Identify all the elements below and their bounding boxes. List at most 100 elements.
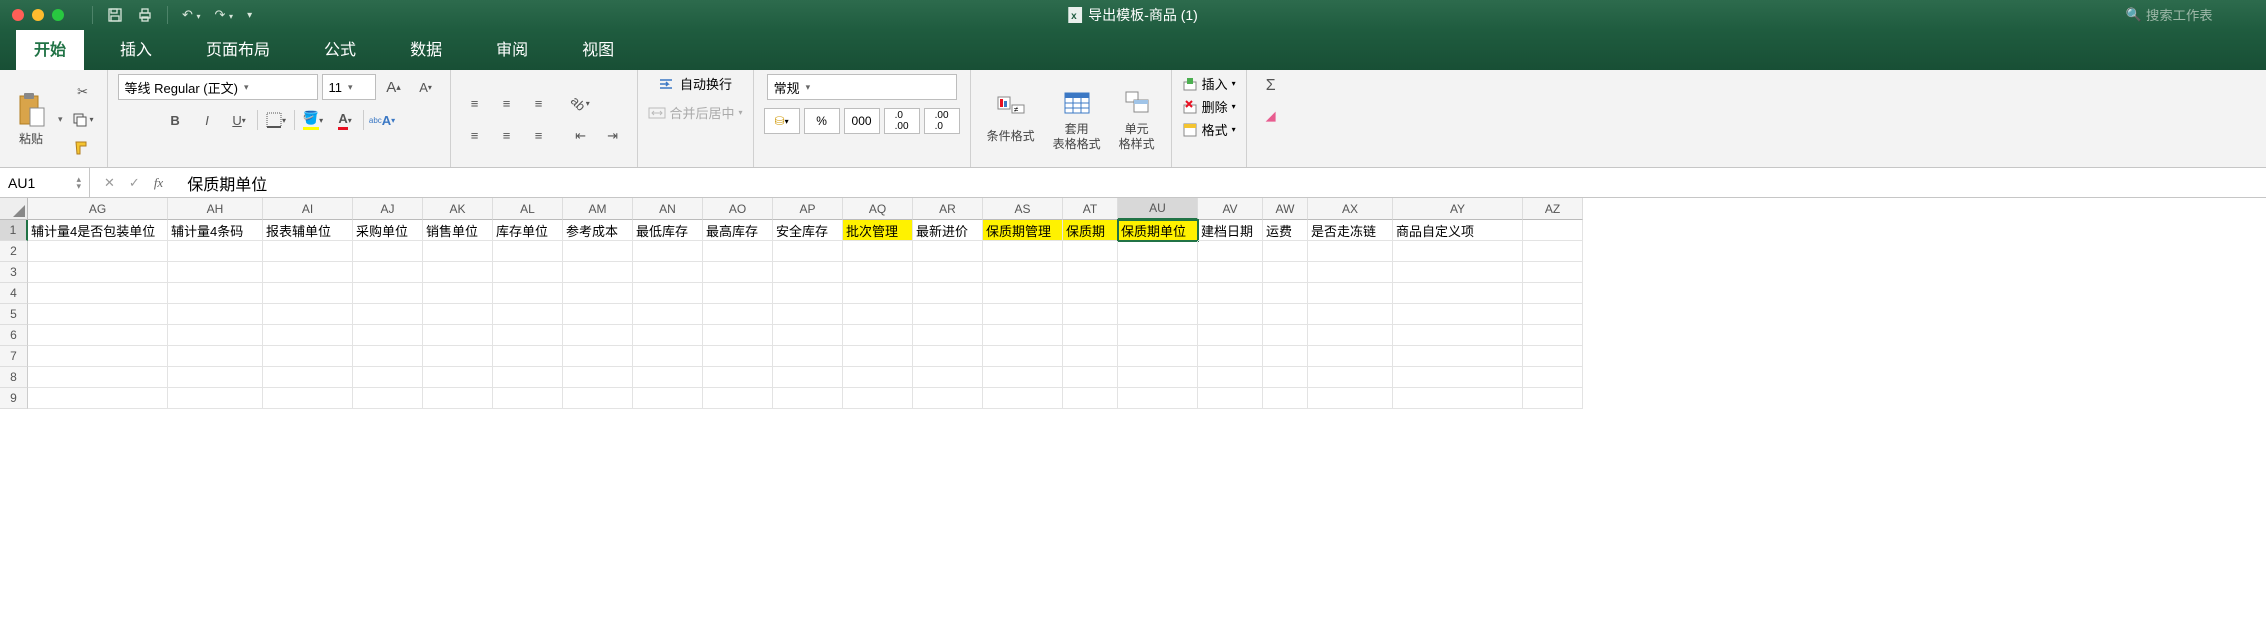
- cell[interactable]: [913, 283, 983, 304]
- cell[interactable]: [633, 304, 703, 325]
- cell[interactable]: [423, 388, 493, 409]
- cell[interactable]: [353, 346, 423, 367]
- formula-input[interactable]: [177, 168, 2266, 197]
- cell[interactable]: [703, 346, 773, 367]
- accept-formula-button[interactable]: ✓: [129, 175, 140, 191]
- cell[interactable]: [983, 325, 1063, 346]
- cell[interactable]: [1263, 367, 1308, 388]
- phonetic-button[interactable]: abcA▾: [368, 108, 396, 132]
- row-header[interactable]: 3: [0, 262, 28, 283]
- cell[interactable]: 建档日期: [1198, 220, 1263, 241]
- cell[interactable]: [843, 325, 913, 346]
- number-format-select[interactable]: 常规▾: [767, 74, 957, 100]
- cell[interactable]: [1198, 283, 1263, 304]
- cell[interactable]: [843, 367, 913, 388]
- cell[interactable]: [353, 241, 423, 262]
- cell[interactable]: [493, 283, 563, 304]
- cell[interactable]: [168, 367, 263, 388]
- cell[interactable]: 采购单位: [353, 220, 423, 241]
- increase-indent-button[interactable]: ⇥: [599, 124, 627, 148]
- cell[interactable]: 报表辅单位: [263, 220, 353, 241]
- border-button[interactable]: ▾: [262, 108, 290, 132]
- cell[interactable]: [1263, 262, 1308, 283]
- italic-button[interactable]: I: [193, 108, 221, 132]
- cell[interactable]: 保质期管理: [983, 220, 1063, 241]
- cell[interactable]: [1393, 346, 1523, 367]
- cell[interactable]: [983, 241, 1063, 262]
- row-header[interactable]: 2: [0, 241, 28, 262]
- cell[interactable]: [1308, 367, 1393, 388]
- cell[interactable]: [1263, 283, 1308, 304]
- cell[interactable]: [773, 241, 843, 262]
- cell[interactable]: [168, 325, 263, 346]
- column-header[interactable]: AK: [423, 198, 493, 220]
- cell[interactable]: [353, 388, 423, 409]
- cell[interactable]: [1308, 388, 1393, 409]
- align-center-button[interactable]: ≡: [493, 124, 521, 148]
- cell[interactable]: 辅计量4条码: [168, 220, 263, 241]
- cell[interactable]: [1063, 262, 1118, 283]
- merge-center-button[interactable]: 合并后居中 ▾: [648, 103, 743, 122]
- cell[interactable]: [423, 241, 493, 262]
- cell[interactable]: [1063, 346, 1118, 367]
- column-header[interactable]: AU: [1118, 198, 1198, 220]
- cell[interactable]: 保质期单位: [1118, 220, 1198, 241]
- format-as-table-button[interactable]: 套用 表格格式: [1047, 86, 1107, 153]
- currency-button[interactable]: ⛁▾: [764, 108, 800, 134]
- close-window-button[interactable]: [12, 9, 24, 21]
- cell[interactable]: [1118, 367, 1198, 388]
- cell[interactable]: 是否走冻链: [1308, 220, 1393, 241]
- cell[interactable]: [773, 325, 843, 346]
- cell[interactable]: [493, 262, 563, 283]
- cell[interactable]: [1393, 367, 1523, 388]
- qat-customize-icon[interactable]: ▾: [247, 10, 252, 21]
- row-header[interactable]: 7: [0, 346, 28, 367]
- cell[interactable]: [1118, 283, 1198, 304]
- cell[interactable]: [563, 262, 633, 283]
- row-header[interactable]: 9: [0, 388, 28, 409]
- column-header[interactable]: AR: [913, 198, 983, 220]
- cell[interactable]: [703, 367, 773, 388]
- increase-decimal-button[interactable]: .0.00: [884, 108, 920, 134]
- cell[interactable]: [563, 388, 633, 409]
- tab-开始[interactable]: 开始: [16, 28, 84, 70]
- column-header[interactable]: AG: [28, 198, 168, 220]
- row-header[interactable]: 5: [0, 304, 28, 325]
- cell[interactable]: [1393, 241, 1523, 262]
- cell[interactable]: [263, 241, 353, 262]
- minimize-window-button[interactable]: [32, 9, 44, 21]
- percent-button[interactable]: %: [804, 108, 840, 134]
- cell[interactable]: [493, 241, 563, 262]
- cell[interactable]: [353, 283, 423, 304]
- cancel-formula-button[interactable]: ✕: [104, 175, 115, 191]
- copy-button[interactable]: ▾: [69, 108, 97, 132]
- font-color-button[interactable]: A▾: [331, 108, 359, 132]
- row-header[interactable]: 4: [0, 283, 28, 304]
- cell[interactable]: [913, 325, 983, 346]
- cell[interactable]: [633, 262, 703, 283]
- cell[interactable]: [263, 262, 353, 283]
- cell[interactable]: [773, 304, 843, 325]
- cell[interactable]: [843, 304, 913, 325]
- cell[interactable]: 最低库存: [633, 220, 703, 241]
- cell[interactable]: [168, 241, 263, 262]
- cell[interactable]: [1523, 220, 1583, 241]
- cell[interactable]: [28, 283, 168, 304]
- column-header[interactable]: AO: [703, 198, 773, 220]
- conditional-format-button[interactable]: ≠ 条件格式: [981, 93, 1041, 145]
- align-top-button[interactable]: ≡: [461, 92, 489, 116]
- row-header[interactable]: 6: [0, 325, 28, 346]
- cell[interactable]: 最新进价: [913, 220, 983, 241]
- cell[interactable]: [263, 346, 353, 367]
- cell[interactable]: 销售单位: [423, 220, 493, 241]
- column-header[interactable]: AV: [1198, 198, 1263, 220]
- tab-审阅[interactable]: 审阅: [478, 28, 546, 70]
- cell[interactable]: [703, 262, 773, 283]
- cell[interactable]: [1523, 283, 1583, 304]
- cell[interactable]: [1063, 325, 1118, 346]
- cell[interactable]: [563, 325, 633, 346]
- cell[interactable]: [983, 262, 1063, 283]
- cell[interactable]: [843, 283, 913, 304]
- fx-icon[interactable]: fx: [154, 175, 163, 191]
- search-box[interactable]: 🔍: [2126, 7, 2256, 23]
